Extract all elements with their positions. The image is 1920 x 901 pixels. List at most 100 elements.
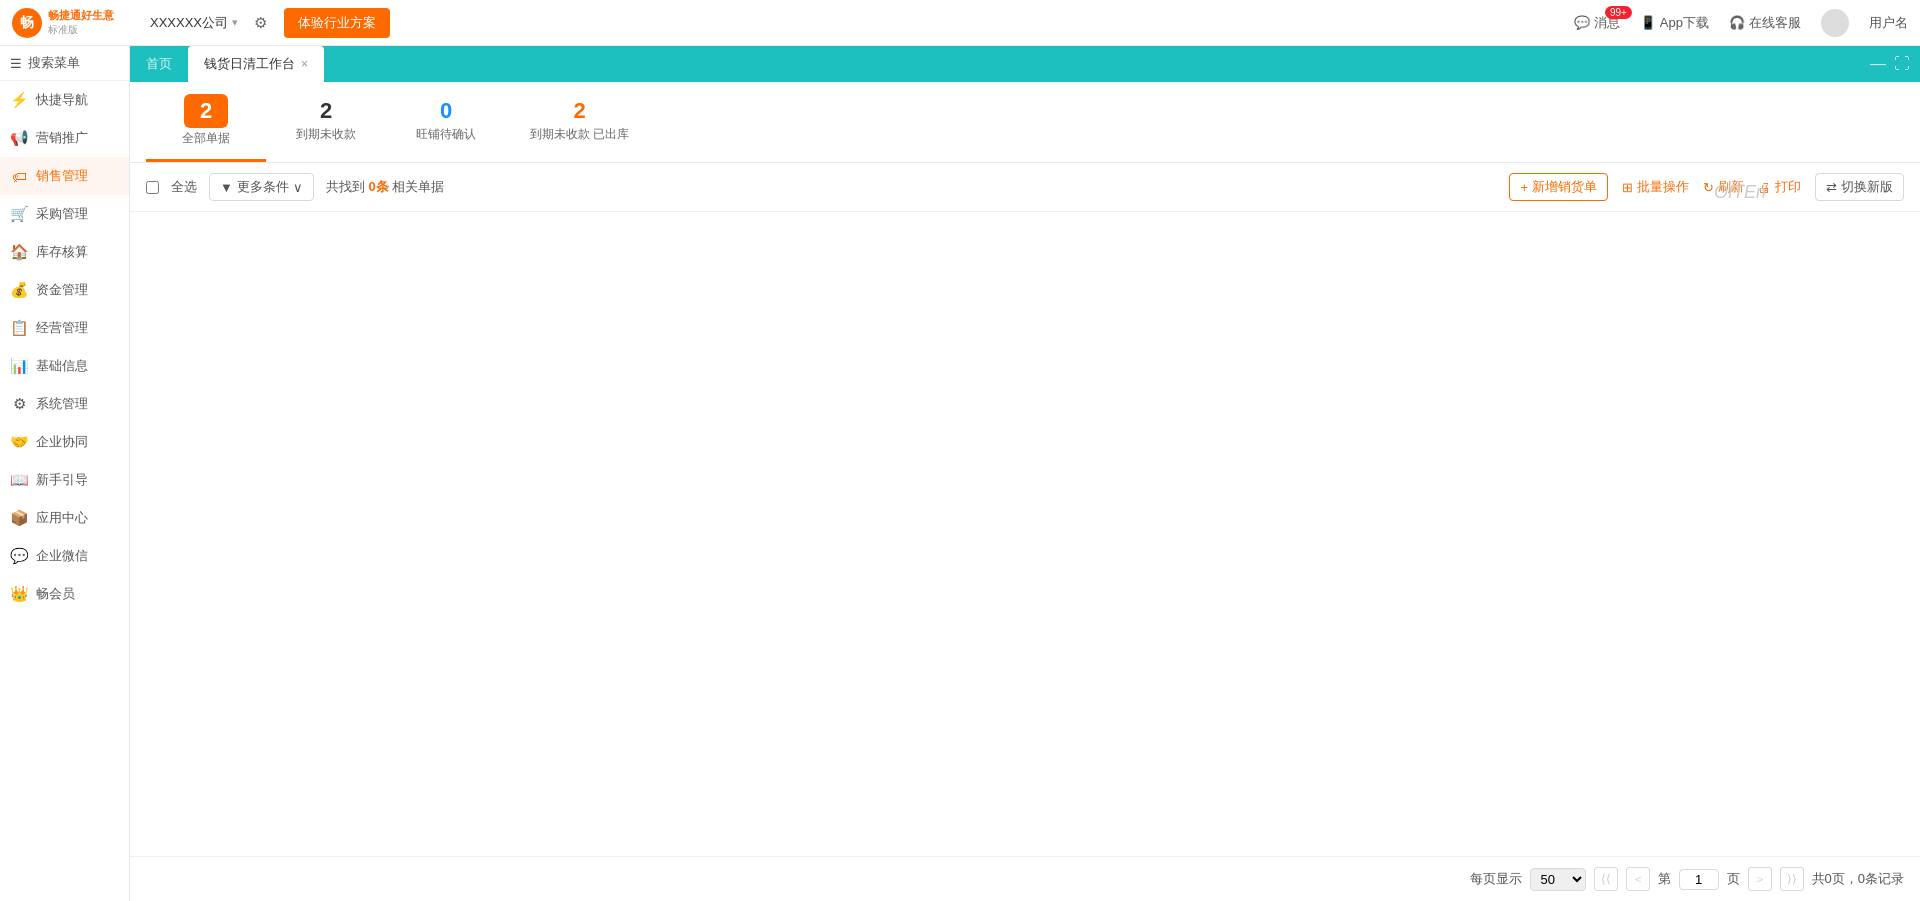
lightning-icon: ⚡ bbox=[10, 91, 28, 109]
logo-icon: 畅 bbox=[12, 8, 42, 38]
batch-label: 批量操作 bbox=[1637, 178, 1689, 196]
sidebar-item-finance[interactable]: 💰 资金管理 bbox=[0, 271, 129, 309]
page-suffix: 页 bbox=[1727, 870, 1740, 888]
chevron-down-icon: ▾ bbox=[232, 16, 238, 29]
tab-home[interactable]: 首页 bbox=[130, 46, 188, 82]
stat-tab-all[interactable]: 2 全部单据 bbox=[146, 82, 266, 162]
handshake-icon: 🤝 bbox=[10, 433, 28, 451]
filter-button[interactable]: ▼ 更多条件 ∨ bbox=[209, 173, 314, 201]
sidebar-item-cooperation[interactable]: 🤝 企业协同 bbox=[0, 423, 129, 461]
stat-pending-label: 旺铺待确认 bbox=[416, 126, 476, 143]
company-select[interactable]: XXXXXX公司 ▾ bbox=[150, 14, 238, 32]
sidebar-item-base[interactable]: 📊 基础信息 bbox=[0, 347, 129, 385]
header-right: 💬 消息 99+ 📱 App下载 🎧 在线客服 用户名 bbox=[1574, 9, 1908, 37]
tabs-bar: 首页 钱货日清工作台 × — ⛶ bbox=[130, 46, 1920, 82]
page-label: 第 bbox=[1658, 870, 1671, 888]
sidebar-item-operation[interactable]: 📋 经营管理 bbox=[0, 309, 129, 347]
table-area bbox=[130, 212, 1920, 856]
logo-area: 畅 畅捷通好生意 标准版 bbox=[12, 8, 142, 38]
page-first-button[interactable]: ⟨⟨ bbox=[1594, 867, 1618, 891]
stat-tab-overdue[interactable]: 2 到期未收款 bbox=[266, 82, 386, 162]
refresh-icon: ↻ bbox=[1703, 180, 1714, 195]
tab-work-bench[interactable]: 钱货日清工作台 × bbox=[188, 46, 324, 82]
switch-version-button[interactable]: ⇄ 切换新版 bbox=[1815, 173, 1904, 201]
message-button[interactable]: 💬 消息 99+ bbox=[1574, 14, 1620, 32]
per-page-select[interactable]: 50 100 bbox=[1530, 868, 1586, 891]
sidebar-item-marketing[interactable]: 📢 营销推广 bbox=[0, 119, 129, 157]
house-icon: 🏠 bbox=[10, 243, 28, 261]
add-order-button[interactable]: + 新增销货单 bbox=[1509, 173, 1608, 201]
book-icon: 📖 bbox=[10, 471, 28, 489]
filter-label: 更多条件 bbox=[237, 178, 289, 196]
app-download-button[interactable]: 📱 App下载 bbox=[1640, 14, 1709, 32]
tab-home-label: 首页 bbox=[146, 55, 172, 73]
page-next-button[interactable]: ＞ bbox=[1748, 867, 1772, 891]
sidebar-label-cooperation: 企业协同 bbox=[36, 433, 88, 451]
chart-icon: 📊 bbox=[10, 357, 28, 375]
page-prev-button[interactable]: ＜ bbox=[1626, 867, 1650, 891]
sidebar-item-sales[interactable]: 🏷 销售管理 bbox=[0, 157, 129, 195]
gear-button[interactable]: ⚙ bbox=[246, 9, 274, 37]
toolbar: 全选 ▼ 更多条件 ∨ 共找到 0条 相关单据 + 新增销货单 ⊞ 批量操作 bbox=[130, 163, 1920, 212]
page-last-button[interactable]: ⟩⟩ bbox=[1780, 867, 1804, 891]
often-watermark: OfTEn bbox=[1714, 182, 1766, 203]
add-icon: + bbox=[1520, 180, 1528, 195]
sidebar-item-quick-nav[interactable]: ⚡ 快捷导航 bbox=[0, 81, 129, 119]
sidebar-label-inventory: 库存核算 bbox=[36, 243, 88, 261]
crown-icon: 👑 bbox=[10, 585, 28, 603]
clipboard-icon: 📋 bbox=[10, 319, 28, 337]
stat-all-wrap: 2 bbox=[184, 94, 228, 128]
minimize-icon[interactable]: — bbox=[1870, 55, 1886, 73]
sidebar-item-inventory[interactable]: 🏠 库存核算 bbox=[0, 233, 129, 271]
logo-text: 畅捷通好生意 标准版 bbox=[48, 8, 114, 37]
batch-button[interactable]: ⊞ 批量操作 bbox=[1622, 178, 1689, 196]
sidebar-label-member: 畅会员 bbox=[36, 585, 75, 603]
select-all-checkbox[interactable] bbox=[146, 181, 159, 194]
search-icon: ☰ bbox=[10, 56, 22, 71]
sidebar-label-finance: 资金管理 bbox=[36, 281, 88, 299]
batch-icon: ⊞ bbox=[1622, 180, 1633, 195]
stat-overdue-label: 到期未收款 bbox=[296, 126, 356, 143]
stats-tabs: 2 全部单据 2 到期未收款 0 旺铺待确认 2 到期未收款 已出库 bbox=[130, 82, 1920, 163]
app-label: App下载 bbox=[1660, 14, 1709, 32]
sidebar-item-purchase[interactable]: 🛒 采购管理 bbox=[0, 195, 129, 233]
sidebar-item-wechat[interactable]: 💬 企业微信 bbox=[0, 537, 129, 575]
settings-icon: ⚙ bbox=[10, 395, 28, 413]
sidebar-label-guide: 新手引导 bbox=[36, 471, 88, 489]
page-input[interactable] bbox=[1679, 869, 1719, 890]
sidebar-label-app-center: 应用中心 bbox=[36, 509, 88, 527]
trial-button[interactable]: 体验行业方案 bbox=[284, 8, 390, 38]
stat-tab-overdue-out[interactable]: 2 到期未收款 已出库 bbox=[506, 82, 653, 162]
sidebar-label-quick-nav: 快捷导航 bbox=[36, 91, 88, 109]
sidebar-label-purchase: 采购管理 bbox=[36, 205, 88, 223]
stat-all-num: 2 bbox=[200, 98, 212, 123]
tab-close-icon[interactable]: × bbox=[301, 57, 308, 71]
avatar[interactable] bbox=[1821, 9, 1849, 37]
found-prefix: 共找到 bbox=[326, 179, 365, 194]
sidebar-item-app-center[interactable]: 📦 应用中心 bbox=[0, 499, 129, 537]
sidebar-item-guide[interactable]: 📖 新手引导 bbox=[0, 461, 129, 499]
sidebar-item-member[interactable]: 👑 畅会员 bbox=[0, 575, 129, 613]
sidebar-label-base: 基础信息 bbox=[36, 357, 88, 375]
select-all-label: 全选 bbox=[171, 178, 197, 196]
money-icon: 💰 bbox=[10, 281, 28, 299]
found-count: 0条 bbox=[369, 179, 389, 194]
add-order-label: 新增销货单 bbox=[1532, 178, 1597, 196]
package-icon: 📦 bbox=[10, 509, 28, 527]
service-label: 在线客服 bbox=[1749, 14, 1801, 32]
found-suffix: 相关单据 bbox=[392, 179, 444, 194]
username: 用户名 bbox=[1869, 14, 1908, 32]
sidebar-search[interactable]: ☰ 搜索菜单 bbox=[0, 46, 129, 81]
company-name: XXXXXX公司 bbox=[150, 14, 228, 32]
megaphone-icon: 📢 bbox=[10, 129, 28, 147]
sidebar-item-system[interactable]: ⚙ 系统管理 bbox=[0, 385, 129, 423]
sidebar: ☰ 搜索菜单 ⚡ 快捷导航 📢 营销推广 🏷 销售管理 🛒 采购管理 🏠 库存核… bbox=[0, 0, 130, 901]
service-icon: 🎧 bbox=[1729, 15, 1745, 30]
main-content: 2 全部单据 2 到期未收款 0 旺铺待确认 2 到期未收款 已出库 全选 ▼ bbox=[130, 82, 1920, 901]
sidebar-label-sales: 销售管理 bbox=[36, 167, 88, 185]
stat-tab-pending[interactable]: 0 旺铺待确认 bbox=[386, 82, 506, 162]
service-button[interactable]: 🎧 在线客服 bbox=[1729, 14, 1801, 32]
maximize-icon[interactable]: ⛶ bbox=[1894, 55, 1910, 73]
pagination: 每页显示 50 100 ⟨⟨ ＜ 第 页 ＞ ⟩⟩ 共0页，0条记录 bbox=[130, 856, 1920, 901]
stat-pending-num: 0 bbox=[440, 98, 452, 124]
